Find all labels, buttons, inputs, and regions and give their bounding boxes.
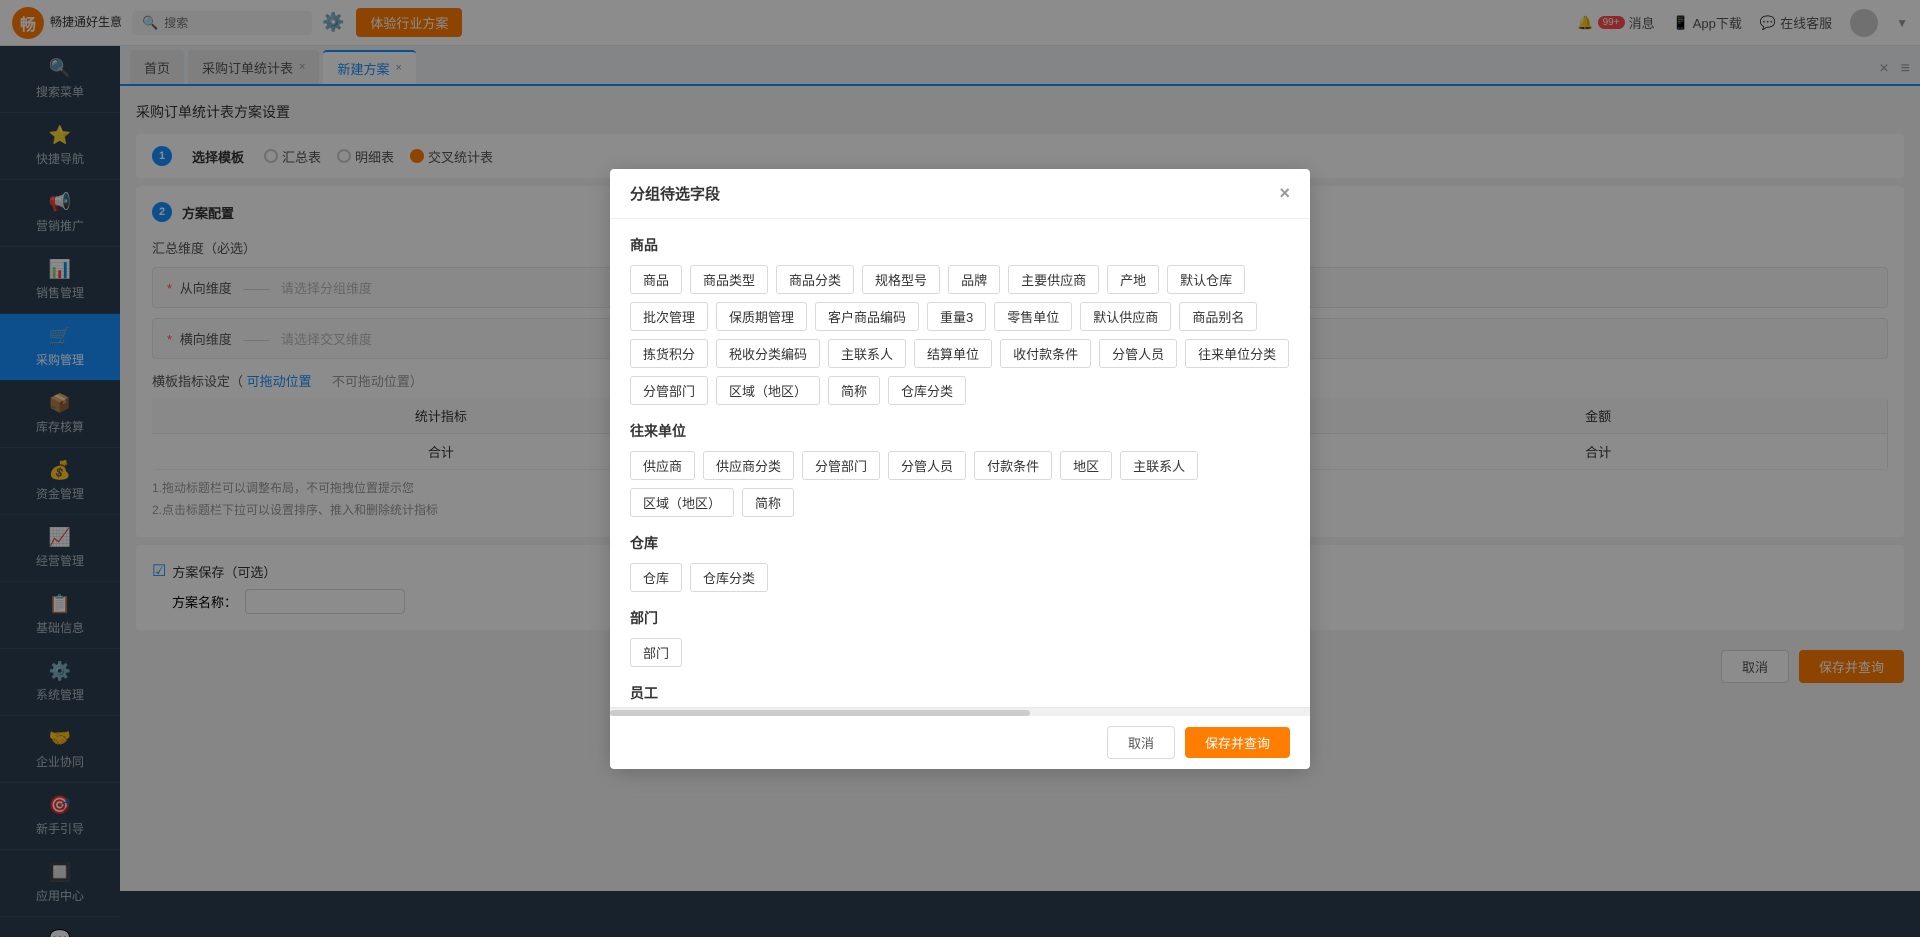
modal-header: 分组待选字段 × xyxy=(610,169,1310,219)
field-tag[interactable]: 分管部门 xyxy=(630,376,708,405)
field-tag[interactable]: 商品别名 xyxy=(1179,302,1257,331)
field-tag[interactable]: 默认仓库 xyxy=(1167,265,1245,294)
field-tag[interactable]: 产地 xyxy=(1107,265,1159,294)
field-tag[interactable]: 分管部门 xyxy=(802,451,880,480)
field-tag[interactable]: 批次管理 xyxy=(630,302,708,331)
field-tag[interactable]: 主联系人 xyxy=(1120,451,1198,480)
modal: 分组待选字段 × 商品商品商品类型商品分类规格型号品牌主要供应商产地默认仓库批次… xyxy=(610,169,1310,769)
field-tags: 商品商品类型商品分类规格型号品牌主要供应商产地默认仓库批次管理保质期管理客户商品… xyxy=(630,265,1290,405)
modal-overlay: 分组待选字段 × 商品商品商品类型商品分类规格型号品牌主要供应商产地默认仓库批次… xyxy=(0,0,1920,937)
field-tag[interactable]: 主联系人 xyxy=(828,339,906,368)
field-tag[interactable]: 付款条件 xyxy=(974,451,1052,480)
field-tag[interactable]: 拣货积分 xyxy=(630,339,708,368)
field-tag[interactable]: 重量3 xyxy=(927,302,986,331)
field-tag[interactable]: 收付款条件 xyxy=(1000,339,1091,368)
field-tag[interactable]: 分管人员 xyxy=(888,451,966,480)
field-tag[interactable]: 规格型号 xyxy=(862,265,940,294)
field-tags: 部门 xyxy=(630,638,1290,667)
field-tag[interactable]: 仓库分类 xyxy=(888,376,966,405)
field-section-title: 仓库 xyxy=(630,533,1290,553)
field-tags: 仓库仓库分类 xyxy=(630,563,1290,592)
field-tag[interactable]: 简称 xyxy=(828,376,880,405)
field-tag[interactable]: 商品类型 xyxy=(690,265,768,294)
field-tag[interactable]: 默认供应商 xyxy=(1080,302,1171,331)
field-tag[interactable]: 主要供应商 xyxy=(1008,265,1099,294)
modal-cancel-button[interactable]: 取消 xyxy=(1107,726,1175,759)
field-tag[interactable]: 商品 xyxy=(630,265,682,294)
field-tag[interactable]: 区域（地区） xyxy=(716,376,820,405)
field-tag[interactable]: 品牌 xyxy=(948,265,1000,294)
field-tag[interactable]: 仓库 xyxy=(630,563,682,592)
field-section-title: 员工 xyxy=(630,683,1290,703)
modal-body: 商品商品商品类型商品分类规格型号品牌主要供应商产地默认仓库批次管理保质期管理客户… xyxy=(610,219,1310,708)
modal-title: 分组待选字段 xyxy=(630,183,720,204)
field-tag[interactable]: 零售单位 xyxy=(994,302,1072,331)
field-tag[interactable]: 简称 xyxy=(742,488,794,517)
field-section-title: 往来单位 xyxy=(630,421,1290,441)
field-tag[interactable]: 地区 xyxy=(1060,451,1112,480)
field-tag[interactable]: 往来单位分类 xyxy=(1185,339,1289,368)
modal-save-button[interactable]: 保存并查询 xyxy=(1185,727,1290,758)
field-section-title: 商品 xyxy=(630,235,1290,255)
field-tag[interactable]: 部门 xyxy=(630,638,682,667)
modal-hscroll-thumb xyxy=(610,710,1030,716)
field-tag[interactable]: 区域（地区） xyxy=(630,488,734,517)
modal-horizontal-scrollbar[interactable] xyxy=(610,707,1310,714)
field-tags: 供应商供应商分类分管部门分管人员付款条件地区主联系人区域（地区） 简称 xyxy=(630,451,1290,517)
field-section-title: 部门 xyxy=(630,608,1290,628)
modal-footer: 取消 保存并查询 xyxy=(610,715,1310,769)
field-tag[interactable]: 商品分类 xyxy=(776,265,854,294)
field-tag[interactable]: 客户商品编码 xyxy=(815,302,919,331)
modal-close-button[interactable]: × xyxy=(1279,184,1290,202)
field-tag[interactable]: 供应商 xyxy=(630,451,695,480)
field-tag[interactable]: 仓库分类 xyxy=(690,563,768,592)
field-tag[interactable]: 供应商分类 xyxy=(703,451,794,480)
field-tag[interactable]: 分管人员 xyxy=(1099,339,1177,368)
field-tag[interactable]: 税收分类编码 xyxy=(716,339,820,368)
field-tag[interactable]: 结算单位 xyxy=(914,339,992,368)
field-tag[interactable]: 保质期管理 xyxy=(716,302,807,331)
